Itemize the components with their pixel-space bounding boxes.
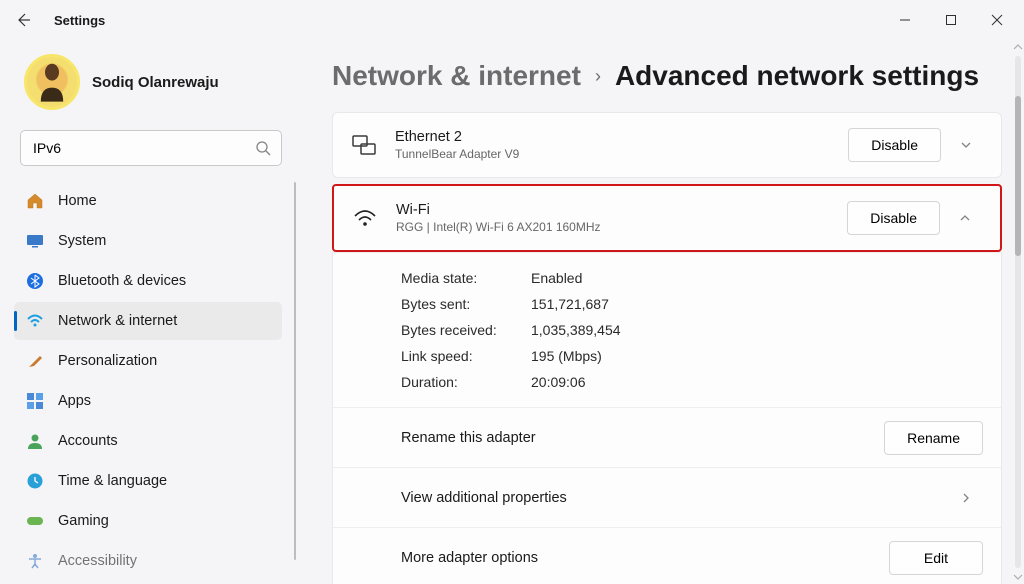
- rename-adapter-row: Rename this adapter Rename: [333, 407, 1001, 467]
- sidebar-item-label: Apps: [58, 393, 91, 409]
- chevron-up-icon[interactable]: [948, 211, 982, 225]
- sidebar-item-label: Time & language: [58, 473, 167, 489]
- brush-icon: [26, 352, 44, 370]
- disable-button[interactable]: Disable: [847, 201, 940, 235]
- sidebar-item-network[interactable]: Network & internet: [14, 302, 282, 340]
- sidebar-item-gaming[interactable]: Gaming: [14, 502, 282, 540]
- ethernet-icon: [351, 132, 377, 158]
- accounts-icon: [26, 432, 44, 450]
- system-icon: [26, 232, 44, 250]
- sidebar-item-label: System: [58, 233, 106, 249]
- wifi-details-card: Media state:Enabled Bytes sent:151,721,6…: [332, 252, 1002, 584]
- sidebar-item-accounts[interactable]: Accounts: [14, 422, 282, 460]
- sidebar-item-label: Accessibility: [58, 553, 137, 569]
- detail-value: Enabled: [531, 270, 582, 286]
- row-label: Rename this adapter: [401, 430, 884, 446]
- back-button[interactable]: [6, 3, 40, 37]
- sidebar-item-time[interactable]: Time & language: [14, 462, 282, 500]
- search-input[interactable]: [33, 140, 255, 156]
- detail-label: Duration:: [401, 374, 531, 390]
- detail-value: 1,035,389,454: [531, 322, 621, 338]
- row-label: View additional properties: [401, 490, 941, 506]
- detail-value: 20:09:06: [531, 374, 586, 390]
- window-minimize-button[interactable]: [882, 3, 928, 37]
- bluetooth-icon: [26, 272, 44, 290]
- profile-block[interactable]: Sodiq Olanrewaju: [14, 46, 300, 124]
- view-properties-row[interactable]: View additional properties: [333, 467, 1001, 527]
- content: Network & internet › Advanced network se…: [300, 40, 1024, 584]
- sidebar-item-label: Bluetooth & devices: [58, 273, 186, 289]
- disable-button[interactable]: Disable: [848, 128, 941, 162]
- sidebar-item-label: Personalization: [58, 353, 157, 369]
- sidebar-item-label: Home: [58, 193, 97, 209]
- app-title: Settings: [54, 13, 105, 28]
- detail-label: Bytes sent:: [401, 296, 531, 312]
- sidebar-item-home[interactable]: Home: [14, 182, 282, 220]
- sidebar-item-label: Network & internet: [58, 313, 177, 329]
- sidebar-item-label: Accounts: [58, 433, 118, 449]
- search-box[interactable]: [20, 130, 282, 166]
- sidebar-item-system[interactable]: System: [14, 222, 282, 260]
- edit-button[interactable]: Edit: [889, 541, 983, 575]
- adapter-card-ethernet[interactable]: Ethernet 2 TunnelBear Adapter V9 Disable: [332, 112, 1002, 178]
- detail-label: Link speed:: [401, 348, 531, 364]
- scrollbar[interactable]: [1012, 40, 1024, 584]
- adapter-card-wifi[interactable]: Wi-Fi RGG | Intel(R) Wi-Fi 6 AX201 160MH…: [332, 184, 1002, 252]
- apps-icon: [26, 392, 44, 410]
- breadcrumb-root[interactable]: Network & internet: [332, 60, 581, 92]
- adapter-title: Wi-Fi: [396, 202, 847, 218]
- breadcrumb: Network & internet › Advanced network se…: [332, 60, 1002, 92]
- window-close-button[interactable]: [974, 3, 1020, 37]
- sidebar-item-label: Gaming: [58, 513, 109, 529]
- adapter-subtitle: TunnelBear Adapter V9: [395, 147, 848, 161]
- home-icon: [26, 192, 44, 210]
- sidebar-item-apps[interactable]: Apps: [14, 382, 282, 420]
- titlebar: Settings: [0, 0, 1024, 40]
- wifi-icon: [26, 312, 44, 330]
- row-label: More adapter options: [401, 550, 889, 566]
- detail-label: Bytes received:: [401, 322, 531, 338]
- chevron-right-icon: ›: [595, 66, 601, 87]
- accessibility-icon: [26, 552, 44, 570]
- nav: Home System Bluetooth & devices Network …: [14, 182, 300, 580]
- breadcrumb-leaf: Advanced network settings: [615, 60, 979, 92]
- sidebar-item-accessibility[interactable]: Accessibility: [14, 542, 282, 580]
- time-icon: [26, 472, 44, 490]
- more-adapter-options-row: More adapter options Edit: [333, 527, 1001, 584]
- sidebar: Sodiq Olanrewaju Home System Bluetooth &…: [0, 40, 300, 584]
- rename-button[interactable]: Rename: [884, 421, 983, 455]
- adapter-subtitle: RGG | Intel(R) Wi-Fi 6 AX201 160MHz: [396, 220, 847, 234]
- detail-value: 195 (Mbps): [531, 348, 602, 364]
- avatar: [24, 54, 80, 110]
- user-name: Sodiq Olanrewaju: [92, 74, 219, 91]
- scroll-down-icon[interactable]: [1013, 570, 1023, 584]
- chevron-right-icon: [949, 491, 983, 505]
- scrollbar-thumb[interactable]: [1015, 96, 1021, 256]
- sidebar-item-bluetooth[interactable]: Bluetooth & devices: [14, 262, 282, 300]
- window-maximize-button[interactable]: [928, 3, 974, 37]
- adapter-title: Ethernet 2: [395, 129, 848, 145]
- scroll-up-icon[interactable]: [1013, 40, 1023, 54]
- chevron-down-icon[interactable]: [949, 138, 983, 152]
- search-icon: [255, 140, 271, 156]
- detail-label: Media state:: [401, 270, 531, 286]
- wifi-icon: [352, 205, 378, 231]
- gaming-icon: [26, 512, 44, 530]
- sidebar-item-personalization[interactable]: Personalization: [14, 342, 282, 380]
- detail-value: 151,721,687: [531, 296, 609, 312]
